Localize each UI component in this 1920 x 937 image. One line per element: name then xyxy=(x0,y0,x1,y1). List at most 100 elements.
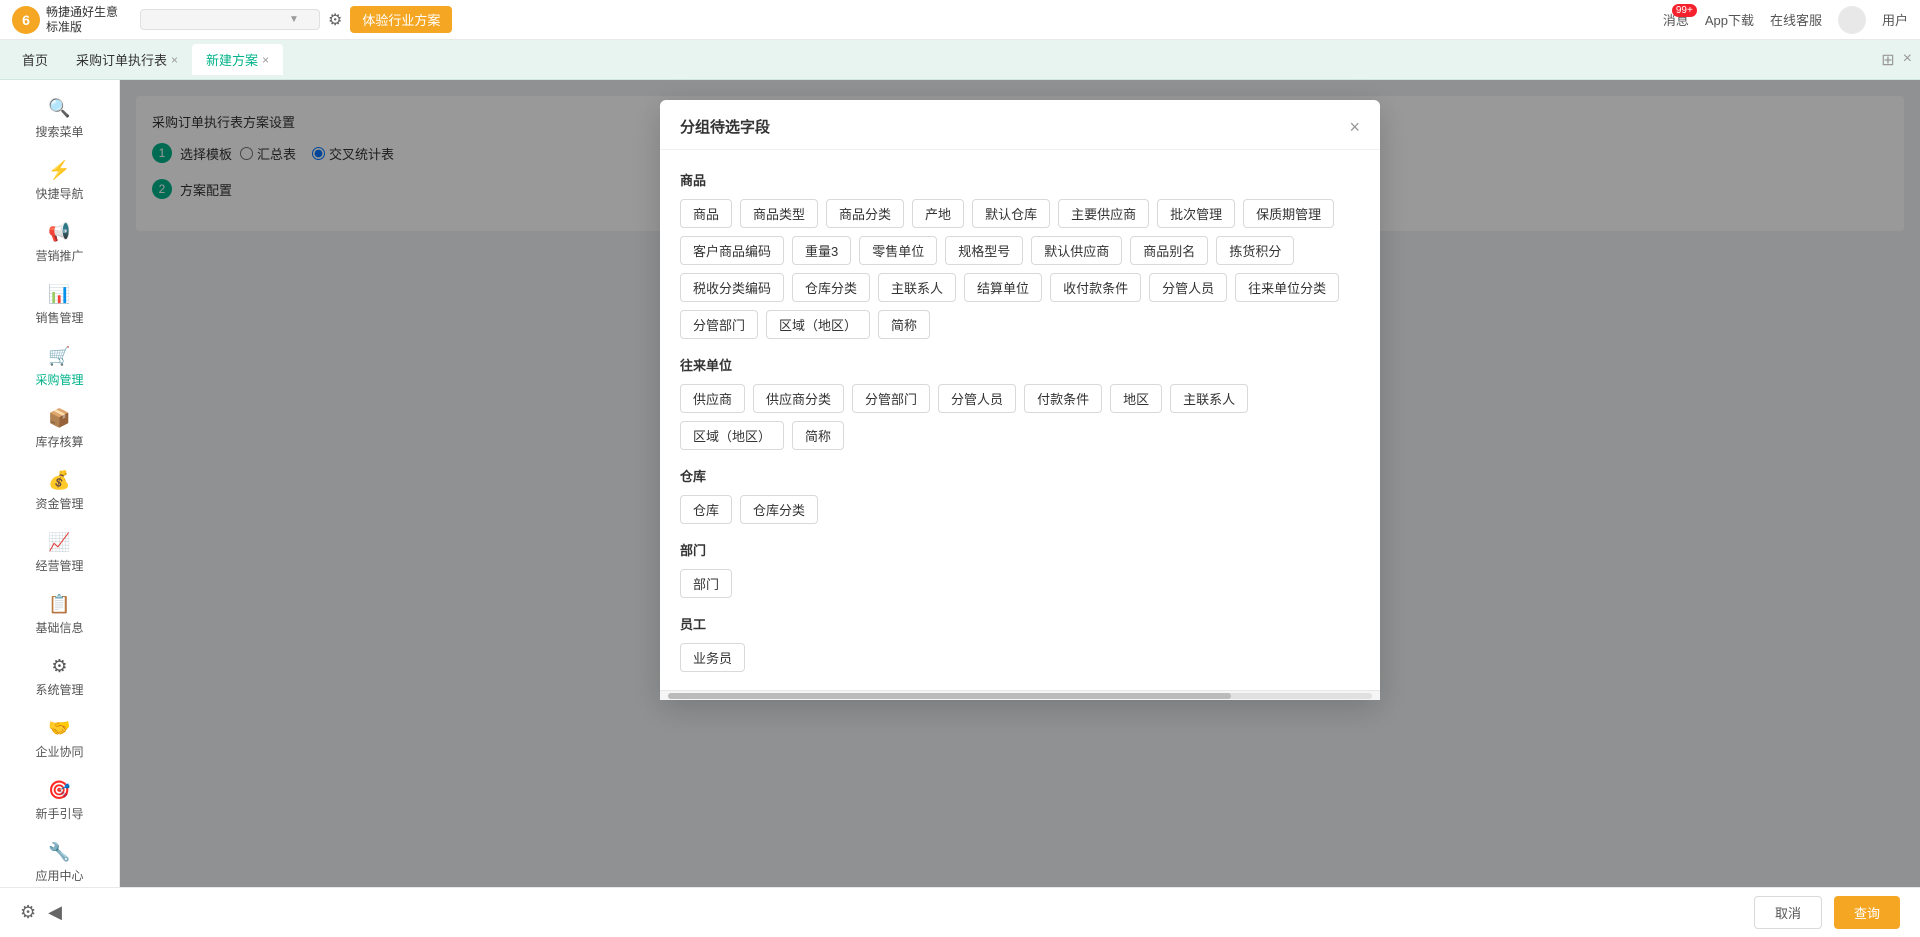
field-product-category[interactable]: 商品分类 xyxy=(826,199,904,228)
tab-new-plan[interactable]: 新建方案 × xyxy=(192,44,283,75)
field-product-type[interactable]: 商品类型 xyxy=(740,199,818,228)
cancel-button[interactable]: 取消 xyxy=(1754,896,1822,929)
quick-nav-icon: ⚡ xyxy=(48,160,70,181)
field-main-contact-partner[interactable]: 主联系人 xyxy=(1170,384,1248,413)
field-region-partner[interactable]: 区域（地区） xyxy=(680,421,784,450)
field-retail-unit[interactable]: 零售单位 xyxy=(859,236,937,265)
field-product-alias[interactable]: 商品别名 xyxy=(1130,236,1208,265)
sidebar-item-collab[interactable]: 🤝 企业协同 xyxy=(0,708,119,770)
field-default-warehouse[interactable]: 默认仓库 xyxy=(972,199,1050,228)
section-employee-title: 员工 xyxy=(680,614,1360,633)
logo-area: 6 畅捷通好生意 标准版 xyxy=(12,5,132,34)
avatar[interactable] xyxy=(1838,6,1866,34)
sidebar-item-marketing[interactable]: 📢 营销推广 xyxy=(0,212,119,274)
topbar-left: 6 畅捷通好生意 标准版 ▼ ⚙ 体验行业方案 xyxy=(12,5,452,34)
sidebar-item-guide[interactable]: 🎯 新手引导 xyxy=(0,770,119,832)
notification-area[interactable]: 消息 99+ xyxy=(1663,10,1689,29)
field-salesperson[interactable]: 业务员 xyxy=(680,643,745,672)
field-area[interactable]: 地区 xyxy=(1110,384,1162,413)
gear-icon[interactable]: ⚙ xyxy=(328,10,342,30)
sidebar-item-inventory[interactable]: 📦 库存核算 xyxy=(0,398,119,460)
field-department[interactable]: 部门 xyxy=(680,569,732,598)
modal-close-button[interactable]: × xyxy=(1349,118,1360,136)
tab-purchase-close[interactable]: × xyxy=(171,53,178,67)
field-product[interactable]: 商品 xyxy=(680,199,732,228)
field-supervisor-partner[interactable]: 分管人员 xyxy=(938,384,1016,413)
online-service-link[interactable]: 在线客服 xyxy=(1770,10,1822,29)
search-area[interactable]: ▼ xyxy=(140,9,320,30)
confirm-button[interactable]: 查询 xyxy=(1834,896,1900,929)
experience-button[interactable]: 体验行业方案 xyxy=(350,6,452,33)
system-icon: ⚙ xyxy=(51,656,67,677)
field-tax-code[interactable]: 税收分类编码 xyxy=(680,273,784,302)
hscroll-thumb[interactable] xyxy=(668,693,1231,699)
sidebar-label-inventory: 库存核算 xyxy=(35,433,83,450)
field-short-name-partner[interactable]: 简称 xyxy=(792,421,844,450)
field-supervisor[interactable]: 分管人员 xyxy=(1149,273,1227,302)
field-dept-in-charge[interactable]: 分管部门 xyxy=(680,310,758,339)
sidebar-label-guide: 新手引导 xyxy=(35,805,83,822)
field-payment-terms[interactable]: 收付款条件 xyxy=(1050,273,1141,302)
footer-collapse-icon[interactable]: ◀ xyxy=(48,902,62,923)
tab-purchase-order[interactable]: 采购订单执行表 × xyxy=(62,44,192,75)
field-region-product[interactable]: 区域（地区） xyxy=(766,310,870,339)
field-short-name-product[interactable]: 简称 xyxy=(878,310,930,339)
sidebar-item-app-center[interactable]: 🔧 应用中心 xyxy=(0,832,119,894)
app-download-link[interactable]: App下载 xyxy=(1705,10,1754,29)
sidebar-item-basic-info[interactable]: 📋 基础信息 xyxy=(0,584,119,646)
tab-expand-icon[interactable]: ⊞ xyxy=(1881,50,1894,70)
field-warehouse-category[interactable]: 仓库分类 xyxy=(792,273,870,302)
field-supplier-category[interactable]: 供应商分类 xyxy=(753,384,844,413)
section-partner: 往来单位 供应商 供应商分类 分管部门 分管人员 付款条件 地区 主联系人 区域… xyxy=(680,355,1360,450)
sidebar-item-search[interactable]: 🔍 搜索菜单 xyxy=(0,88,119,150)
section-warehouse: 仓库 仓库 仓库分类 xyxy=(680,466,1360,524)
field-pick-points[interactable]: 拣货积分 xyxy=(1216,236,1294,265)
field-partner-category[interactable]: 往来单位分类 xyxy=(1235,273,1339,302)
field-supplier[interactable]: 供应商 xyxy=(680,384,745,413)
sidebar-label-basic-info: 基础信息 xyxy=(35,619,83,636)
sidebar-label-finance: 资金管理 xyxy=(35,495,83,512)
footer-settings-icon[interactable]: ⚙ xyxy=(20,902,36,923)
notification-badge: 99+ xyxy=(1672,4,1697,17)
modal-hscrollbar[interactable] xyxy=(660,690,1380,700)
warehouse-fields: 仓库 仓库分类 xyxy=(680,495,1360,524)
tab-home[interactable]: 首页 xyxy=(8,44,62,75)
field-dept-partner[interactable]: 分管部门 xyxy=(852,384,930,413)
field-origin[interactable]: 产地 xyxy=(912,199,964,228)
employee-fields: 业务员 xyxy=(680,643,1360,672)
department-fields: 部门 xyxy=(680,569,1360,598)
field-warehouse-cat[interactable]: 仓库分类 xyxy=(740,495,818,524)
logo-text: 畅捷通好生意 标准版 xyxy=(46,5,118,34)
sidebar-item-purchase[interactable]: 🛒 采购管理 xyxy=(0,336,119,398)
sidebar-label-operations: 经营管理 xyxy=(35,557,83,574)
field-default-supplier[interactable]: 默认供应商 xyxy=(1031,236,1122,265)
field-settlement-unit[interactable]: 结算单位 xyxy=(964,273,1042,302)
topbar-right: 消息 99+ App下载 在线客服 用户 xyxy=(1663,6,1908,34)
collab-icon: 🤝 xyxy=(48,718,70,739)
search-input[interactable] xyxy=(149,12,289,27)
tab-new-plan-close[interactable]: × xyxy=(262,53,269,67)
sidebar-label-system: 系统管理 xyxy=(35,681,83,698)
modal-header: 分组待选字段 × xyxy=(660,100,1380,150)
sales-icon: 📊 xyxy=(48,284,70,305)
field-customer-code[interactable]: 客户商品编码 xyxy=(680,236,784,265)
field-warehouse[interactable]: 仓库 xyxy=(680,495,732,524)
field-payment-condition[interactable]: 付款条件 xyxy=(1024,384,1102,413)
sidebar-item-finance[interactable]: 💰 资金管理 xyxy=(0,460,119,522)
section-product-title: 商品 xyxy=(680,170,1360,189)
field-main-contact[interactable]: 主联系人 xyxy=(878,273,956,302)
partner-fields: 供应商 供应商分类 分管部门 分管人员 付款条件 地区 主联系人 区域（地区） … xyxy=(680,384,1360,450)
sidebar-item-quick-nav[interactable]: ⚡ 快捷导航 xyxy=(0,150,119,212)
field-spec-model[interactable]: 规格型号 xyxy=(945,236,1023,265)
tab-new-plan-label: 新建方案 xyxy=(206,50,258,69)
field-weight[interactable]: 重量3 xyxy=(792,236,851,265)
field-quality-period[interactable]: 保质期管理 xyxy=(1243,199,1334,228)
product-fields: 商品 商品类型 商品分类 产地 默认仓库 主要供应商 批次管理 保质期管理 客户… xyxy=(680,199,1360,339)
field-main-supplier[interactable]: 主要供应商 xyxy=(1058,199,1149,228)
sidebar-item-operations[interactable]: 📈 经营管理 xyxy=(0,522,119,584)
sidebar-item-sales[interactable]: 📊 销售管理 xyxy=(0,274,119,336)
section-department-title: 部门 xyxy=(680,540,1360,559)
field-batch-mgmt[interactable]: 批次管理 xyxy=(1157,199,1235,228)
sidebar-item-system[interactable]: ⚙ 系统管理 xyxy=(0,646,119,708)
tab-close-all-icon[interactable]: × xyxy=(1903,50,1912,70)
